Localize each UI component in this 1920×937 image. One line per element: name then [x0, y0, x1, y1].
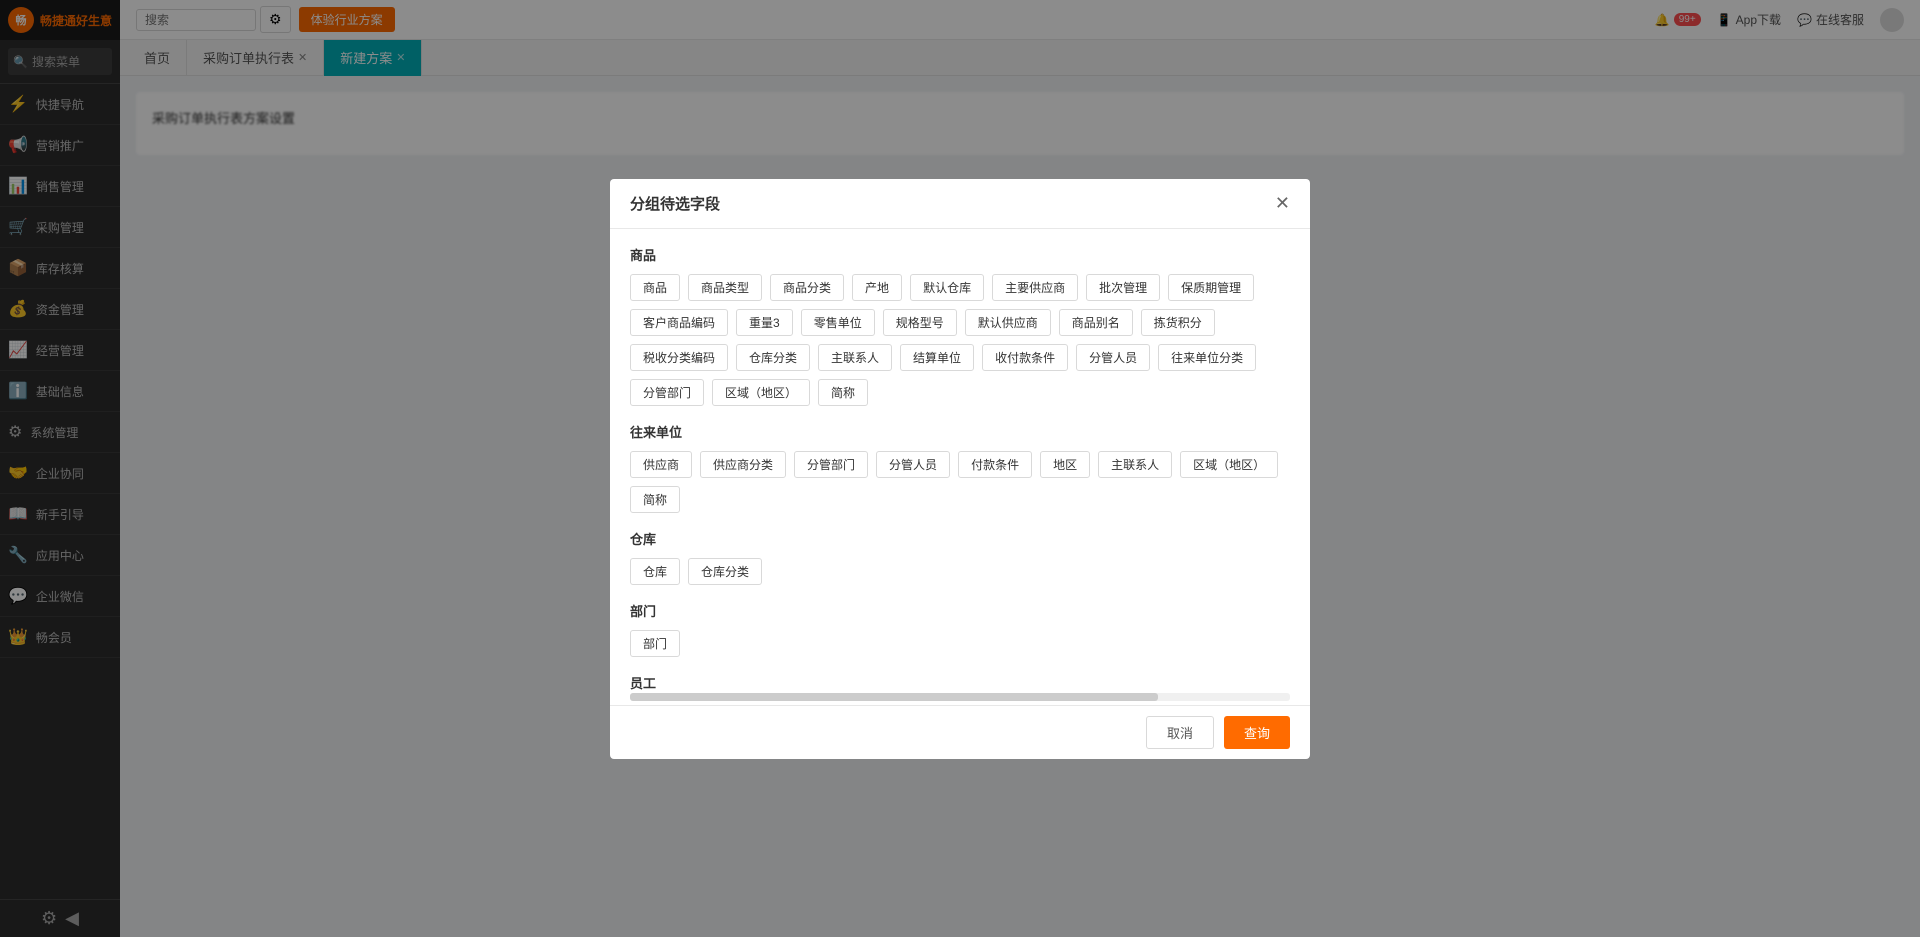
field-tag-0-9[interactable]: 重量3 [736, 309, 793, 336]
field-tag-0-1[interactable]: 商品类型 [688, 274, 762, 301]
field-tag-1-7[interactable]: 区域（地区） [1180, 451, 1278, 478]
modal-hscroll-thumb [630, 693, 1158, 700]
modal-overlay: 分组待选字段 ✕ 商品商品商品类型商品分类产地默认仓库主要供应商批次管理保质期管… [0, 0, 1920, 937]
section-title-0: 商品 [630, 245, 1290, 264]
field-tag-0-3[interactable]: 产地 [852, 274, 902, 301]
field-tag-0-2[interactable]: 商品分类 [770, 274, 844, 301]
field-tag-0-21[interactable]: 往来单位分类 [1158, 344, 1256, 371]
field-tag-1-2[interactable]: 分管部门 [794, 451, 868, 478]
field-tag-0-17[interactable]: 主联系人 [818, 344, 892, 371]
field-tag-1-1[interactable]: 供应商分类 [700, 451, 786, 478]
section-title-2: 仓库 [630, 529, 1290, 548]
field-tag-0-22[interactable]: 分管部门 [630, 379, 704, 406]
field-tag-0-6[interactable]: 批次管理 [1086, 274, 1160, 301]
field-tag-1-0[interactable]: 供应商 [630, 451, 692, 478]
section-仓库: 仓库仓库仓库分类 [630, 529, 1290, 585]
field-tag-0-4[interactable]: 默认仓库 [910, 274, 984, 301]
section-员工: 员工业务员 [630, 673, 1290, 694]
field-tag-0-13[interactable]: 商品别名 [1059, 309, 1133, 336]
section-title-3: 部门 [630, 601, 1290, 620]
field-tag-0-16[interactable]: 仓库分类 [736, 344, 810, 371]
modal-header: 分组待选字段 ✕ [610, 179, 1310, 229]
field-tag-2-1[interactable]: 仓库分类 [688, 558, 762, 585]
section-title-1: 往来单位 [630, 422, 1290, 441]
field-tag-1-8[interactable]: 简称 [630, 486, 680, 513]
section-title-4: 员工 [630, 673, 1290, 692]
section-部门: 部门部门 [630, 601, 1290, 657]
modal-close-button[interactable]: ✕ [1275, 193, 1290, 214]
field-select-modal: 分组待选字段 ✕ 商品商品商品类型商品分类产地默认仓库主要供应商批次管理保质期管… [610, 179, 1310, 759]
field-tag-0-14[interactable]: 拣货积分 [1141, 309, 1215, 336]
field-tags-3: 部门 [630, 630, 1290, 657]
modal-footer: 取消 查询 [610, 705, 1310, 759]
field-tag-0-10[interactable]: 零售单位 [801, 309, 875, 336]
field-tag-0-24[interactable]: 简称 [818, 379, 868, 406]
field-tags-2: 仓库仓库分类 [630, 558, 1290, 585]
field-tag-0-20[interactable]: 分管人员 [1076, 344, 1150, 371]
field-tag-0-11[interactable]: 规格型号 [883, 309, 957, 336]
field-tag-3-0[interactable]: 部门 [630, 630, 680, 657]
field-tags-1: 供应商供应商分类分管部门分管人员付款条件地区主联系人区域（地区） 简称 [630, 451, 1290, 513]
modal-horizontal-scrollbar[interactable] [630, 693, 1290, 700]
field-tag-0-19[interactable]: 收付款条件 [982, 344, 1068, 371]
field-tag-1-6[interactable]: 主联系人 [1098, 451, 1172, 478]
cancel-button[interactable]: 取消 [1146, 716, 1214, 749]
field-tag-0-18[interactable]: 结算单位 [900, 344, 974, 371]
field-tags-0: 商品商品类型商品分类产地默认仓库主要供应商批次管理保质期管理客户商品编码重量3 零… [630, 274, 1290, 406]
modal-title: 分组待选字段 [630, 193, 720, 214]
field-tag-1-3[interactable]: 分管人员 [876, 451, 950, 478]
section-往来单位: 往来单位供应商供应商分类分管部门分管人员付款条件地区主联系人区域（地区） 简称 [630, 422, 1290, 513]
field-tag-0-8[interactable]: 客户商品编码 [630, 309, 728, 336]
field-tag-0-23[interactable]: 区域（地区） [712, 379, 810, 406]
field-tag-1-4[interactable]: 付款条件 [958, 451, 1032, 478]
field-tag-0-15[interactable]: 税收分类编码 [630, 344, 728, 371]
field-tag-0-12[interactable]: 默认供应商 [965, 309, 1051, 336]
section-商品: 商品商品商品类型商品分类产地默认仓库主要供应商批次管理保质期管理客户商品编码重量… [630, 245, 1290, 406]
field-tag-0-0[interactable]: 商品 [630, 274, 680, 301]
field-tag-0-5[interactable]: 主要供应商 [992, 274, 1078, 301]
field-tag-0-7[interactable]: 保质期管理 [1168, 274, 1254, 301]
modal-body[interactable]: 商品商品商品类型商品分类产地默认仓库主要供应商批次管理保质期管理客户商品编码重量… [610, 229, 1310, 694]
field-tag-2-0[interactable]: 仓库 [630, 558, 680, 585]
confirm-button[interactable]: 查询 [1224, 716, 1290, 749]
field-tag-1-5[interactable]: 地区 [1040, 451, 1090, 478]
